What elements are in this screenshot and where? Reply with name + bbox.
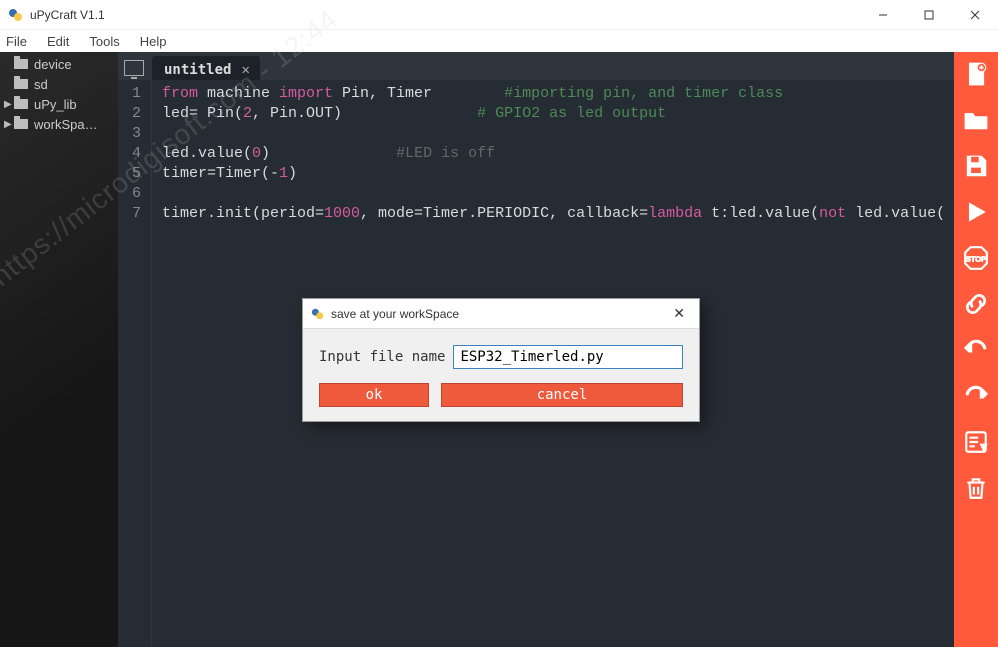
tree-item-sd[interactable]: sd [0, 74, 118, 94]
dialog-logo-icon [311, 307, 325, 321]
ok-button[interactable]: ok [319, 383, 429, 407]
dialog-close-button[interactable]: ✕ [667, 303, 691, 324]
save-dialog: save at your workSpace ✕ Input file name… [302, 298, 700, 422]
dialog-title: save at your workSpace [331, 307, 667, 321]
clear-button[interactable] [962, 474, 990, 502]
undo-button[interactable] [962, 336, 990, 364]
folder-icon [14, 59, 28, 69]
menu-help[interactable]: Help [140, 34, 167, 49]
window-maximize-button[interactable] [906, 0, 952, 30]
connect-button[interactable] [962, 290, 990, 318]
tree-item-device[interactable]: device [0, 54, 118, 74]
tab-close-icon[interactable]: ✕ [241, 62, 249, 78]
editor-tabbar: untitled ✕ [118, 52, 954, 80]
new-file-button[interactable] [962, 60, 990, 88]
tree-item-upy-lib[interactable]: ▶uPy_lib [0, 94, 118, 114]
run-button[interactable] [962, 198, 990, 226]
line-gutter: 1 2 3 4 5 6 7 [118, 80, 152, 647]
app-logo-icon [8, 7, 24, 23]
folder-icon [14, 119, 28, 129]
cancel-button[interactable]: cancel [441, 383, 683, 407]
tree-item-workspace[interactable]: ▶workSpa… [0, 114, 118, 134]
folder-icon [14, 79, 28, 89]
tab-untitled[interactable]: untitled ✕ [152, 56, 260, 80]
filename-label: Input file name [319, 349, 445, 365]
save-file-button[interactable] [962, 152, 990, 180]
window-close-button[interactable] [952, 0, 998, 30]
right-toolbar: STOP [954, 52, 998, 647]
svg-text:STOP: STOP [966, 254, 987, 263]
syntax-check-button[interactable] [962, 428, 990, 456]
menu-bar: File Edit Tools Help [0, 30, 998, 52]
window-minimize-button[interactable] [860, 0, 906, 30]
redo-button[interactable] [962, 382, 990, 410]
menu-edit[interactable]: Edit [47, 34, 69, 49]
window-title: uPyCraft V1.1 [30, 8, 860, 22]
window-titlebar: uPyCraft V1.1 [0, 0, 998, 30]
menu-file[interactable]: File [6, 34, 27, 49]
folder-icon [14, 99, 28, 109]
serial-monitor-icon[interactable] [124, 60, 144, 76]
dialog-titlebar: save at your workSpace ✕ [303, 299, 699, 329]
stop-button[interactable]: STOP [962, 244, 990, 272]
filename-input[interactable] [453, 345, 683, 369]
open-file-button[interactable] [962, 106, 990, 134]
menu-tools[interactable]: Tools [89, 34, 119, 49]
file-tree-sidebar: device sd ▶uPy_lib ▶workSpa… [0, 52, 118, 647]
tab-label: untitled [164, 62, 231, 78]
